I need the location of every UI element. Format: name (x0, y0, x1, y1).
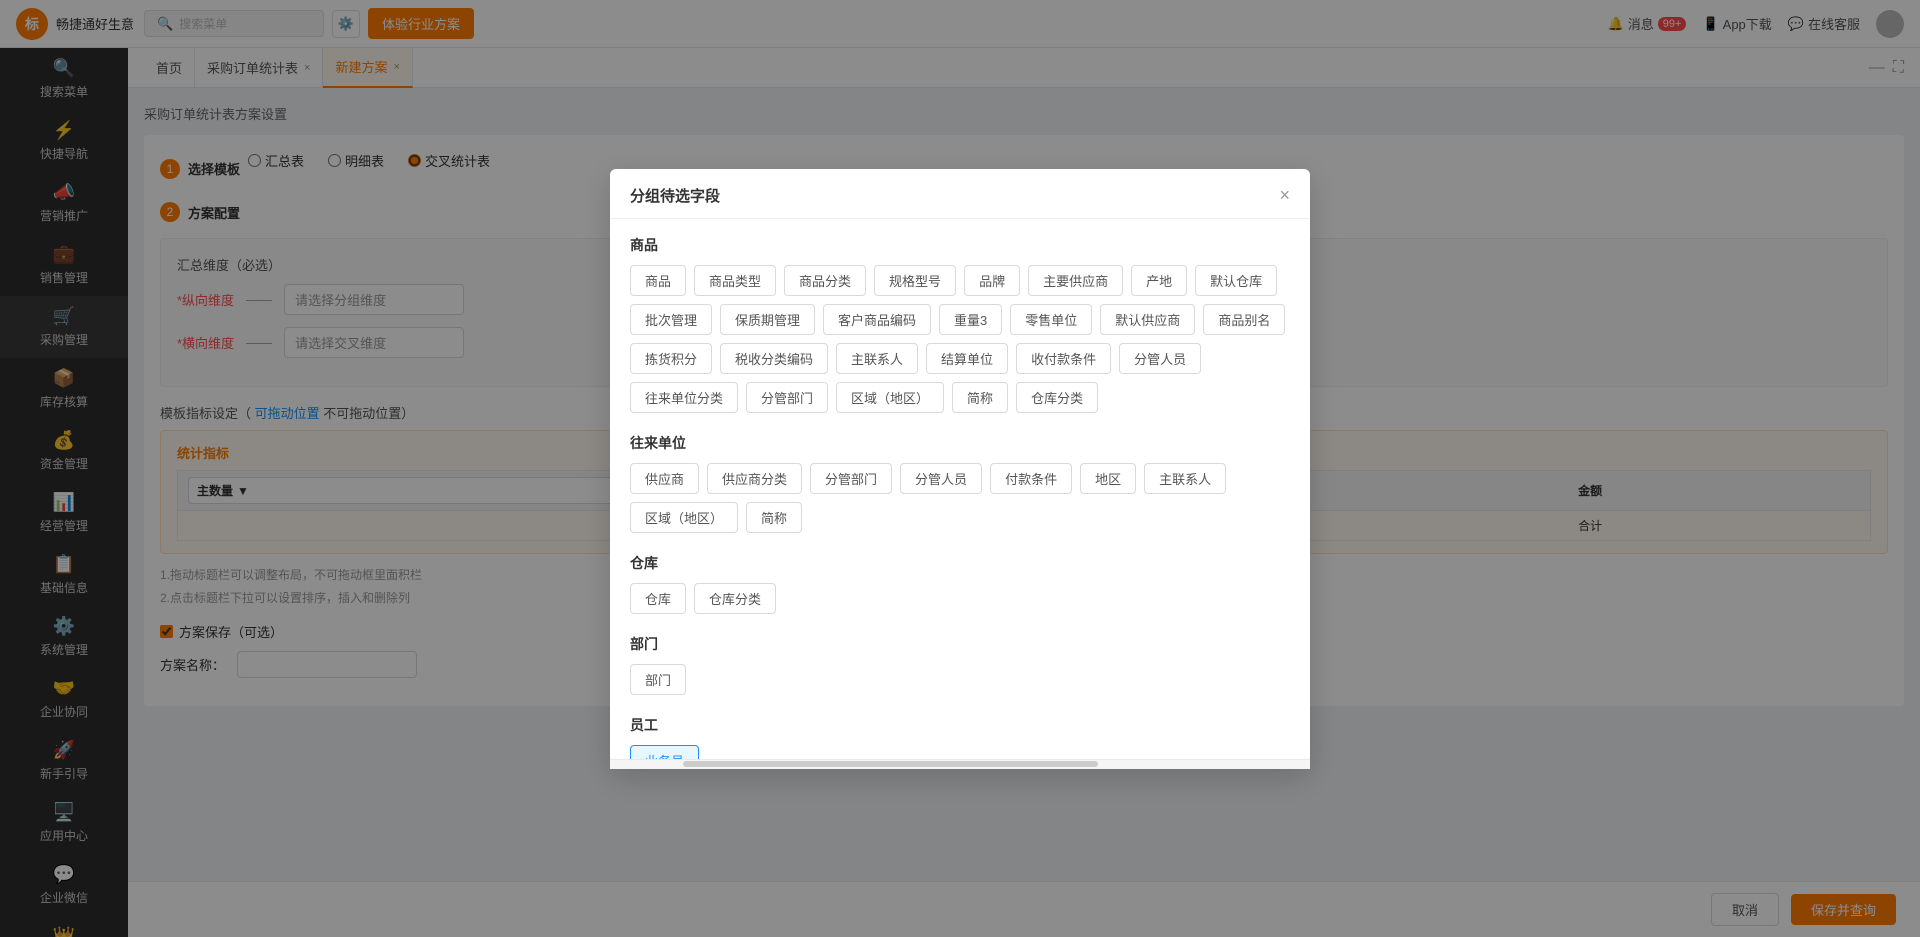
field-tag[interactable]: 品牌 (964, 265, 1020, 296)
field-tag[interactable]: 分管部门 (810, 463, 892, 494)
field-list-goods: 商品 商品类型 商品分类 规格型号 品牌 主要供应商 产地 默认仓库 批次管理 … (630, 265, 1290, 413)
modal-close-button[interactable]: × (1279, 185, 1290, 206)
field-tag[interactable]: 商品别名 (1203, 304, 1285, 335)
field-tag[interactable]: 简称 (746, 502, 802, 533)
field-tag[interactable]: 零售单位 (1010, 304, 1092, 335)
field-tag[interactable]: 主联系人 (836, 343, 918, 374)
field-tag[interactable]: 收付款条件 (1016, 343, 1111, 374)
field-list-dept: 部门 (630, 664, 1290, 695)
field-tag[interactable]: 主联系人 (1144, 463, 1226, 494)
field-group-employee: 员工 业务员 (630, 715, 1290, 760)
field-tag[interactable]: 税收分类编码 (720, 343, 828, 374)
modal-header: 分组待选字段 × (610, 169, 1310, 219)
field-group-warehouse-title: 仓库 (630, 553, 1290, 573)
field-group-goods: 商品 商品 商品类型 商品分类 规格型号 品牌 主要供应商 产地 默认仓库 批次… (630, 235, 1290, 413)
modal-title: 分组待选字段 (630, 185, 720, 206)
field-tag[interactable]: 规格型号 (874, 265, 956, 296)
field-tag[interactable]: 保质期管理 (720, 304, 815, 335)
field-tag[interactable]: 分管人员 (1119, 343, 1201, 374)
field-group-warehouse: 仓库 仓库 仓库分类 (630, 553, 1290, 614)
field-group-dept: 部门 部门 (630, 634, 1290, 695)
field-group-dept-title: 部门 (630, 634, 1290, 654)
field-tag[interactable]: 付款条件 (990, 463, 1072, 494)
field-group-partner-title: 往来单位 (630, 433, 1290, 453)
field-tag[interactable]: 商品 (630, 265, 686, 296)
field-list-employee: 业务员 (630, 745, 1290, 760)
field-tag[interactable]: 分管部门 (746, 382, 828, 413)
field-list-warehouse: 仓库 仓库分类 (630, 583, 1290, 614)
modal-dialog: 分组待选字段 × 商品 商品 商品类型 商品分类 规格型号 品牌 主要供应商 产… (610, 169, 1310, 769)
field-tag[interactable]: 区域（地区） (630, 502, 738, 533)
field-tag[interactable]: 商品分类 (784, 265, 866, 296)
field-tag[interactable]: 结算单位 (926, 343, 1008, 374)
field-group-employee-title: 员工 (630, 715, 1290, 735)
field-tag[interactable]: 批次管理 (630, 304, 712, 335)
modal-h-scrollbar-thumb (683, 761, 1098, 767)
field-tag[interactable]: 仓库分类 (694, 583, 776, 614)
field-tag[interactable]: 部门 (630, 664, 686, 695)
field-group-goods-title: 商品 (630, 235, 1290, 255)
field-tag[interactable]: 商品类型 (694, 265, 776, 296)
field-tag[interactable]: 默认仓库 (1195, 265, 1277, 296)
field-tag[interactable]: 往来单位分类 (630, 382, 738, 413)
field-tag[interactable]: 默认供应商 (1100, 304, 1195, 335)
field-tag[interactable]: 仓库分类 (1016, 382, 1098, 413)
field-tag[interactable]: 客户商品编码 (823, 304, 931, 335)
field-tag[interactable]: 仓库 (630, 583, 686, 614)
field-tag[interactable]: 地区 (1080, 463, 1136, 494)
field-tag[interactable]: 拣货积分 (630, 343, 712, 374)
field-tag[interactable]: 产地 (1131, 265, 1187, 296)
modal-body: 商品 商品 商品类型 商品分类 规格型号 品牌 主要供应商 产地 默认仓库 批次… (610, 219, 1310, 760)
field-tag[interactable]: 重量3 (939, 304, 1002, 335)
modal-h-scrollbar[interactable] (610, 759, 1310, 768)
field-tag[interactable]: 主要供应商 (1028, 265, 1123, 296)
field-tag[interactable]: 供应商 (630, 463, 699, 494)
modal-overlay: 分组待选字段 × 商品 商品 商品类型 商品分类 规格型号 品牌 主要供应商 产… (0, 0, 1920, 937)
field-tag[interactable]: 分管人员 (900, 463, 982, 494)
field-tag-employee[interactable]: 业务员 (630, 745, 699, 760)
field-list-partner: 供应商 供应商分类 分管部门 分管人员 付款条件 地区 主联系人 区域（地区） … (630, 463, 1290, 533)
field-tag[interactable]: 供应商分类 (707, 463, 802, 494)
field-group-partner: 往来单位 供应商 供应商分类 分管部门 分管人员 付款条件 地区 主联系人 区域… (630, 433, 1290, 533)
field-tag[interactable]: 简称 (952, 382, 1008, 413)
field-tag[interactable]: 区域（地区） (836, 382, 944, 413)
